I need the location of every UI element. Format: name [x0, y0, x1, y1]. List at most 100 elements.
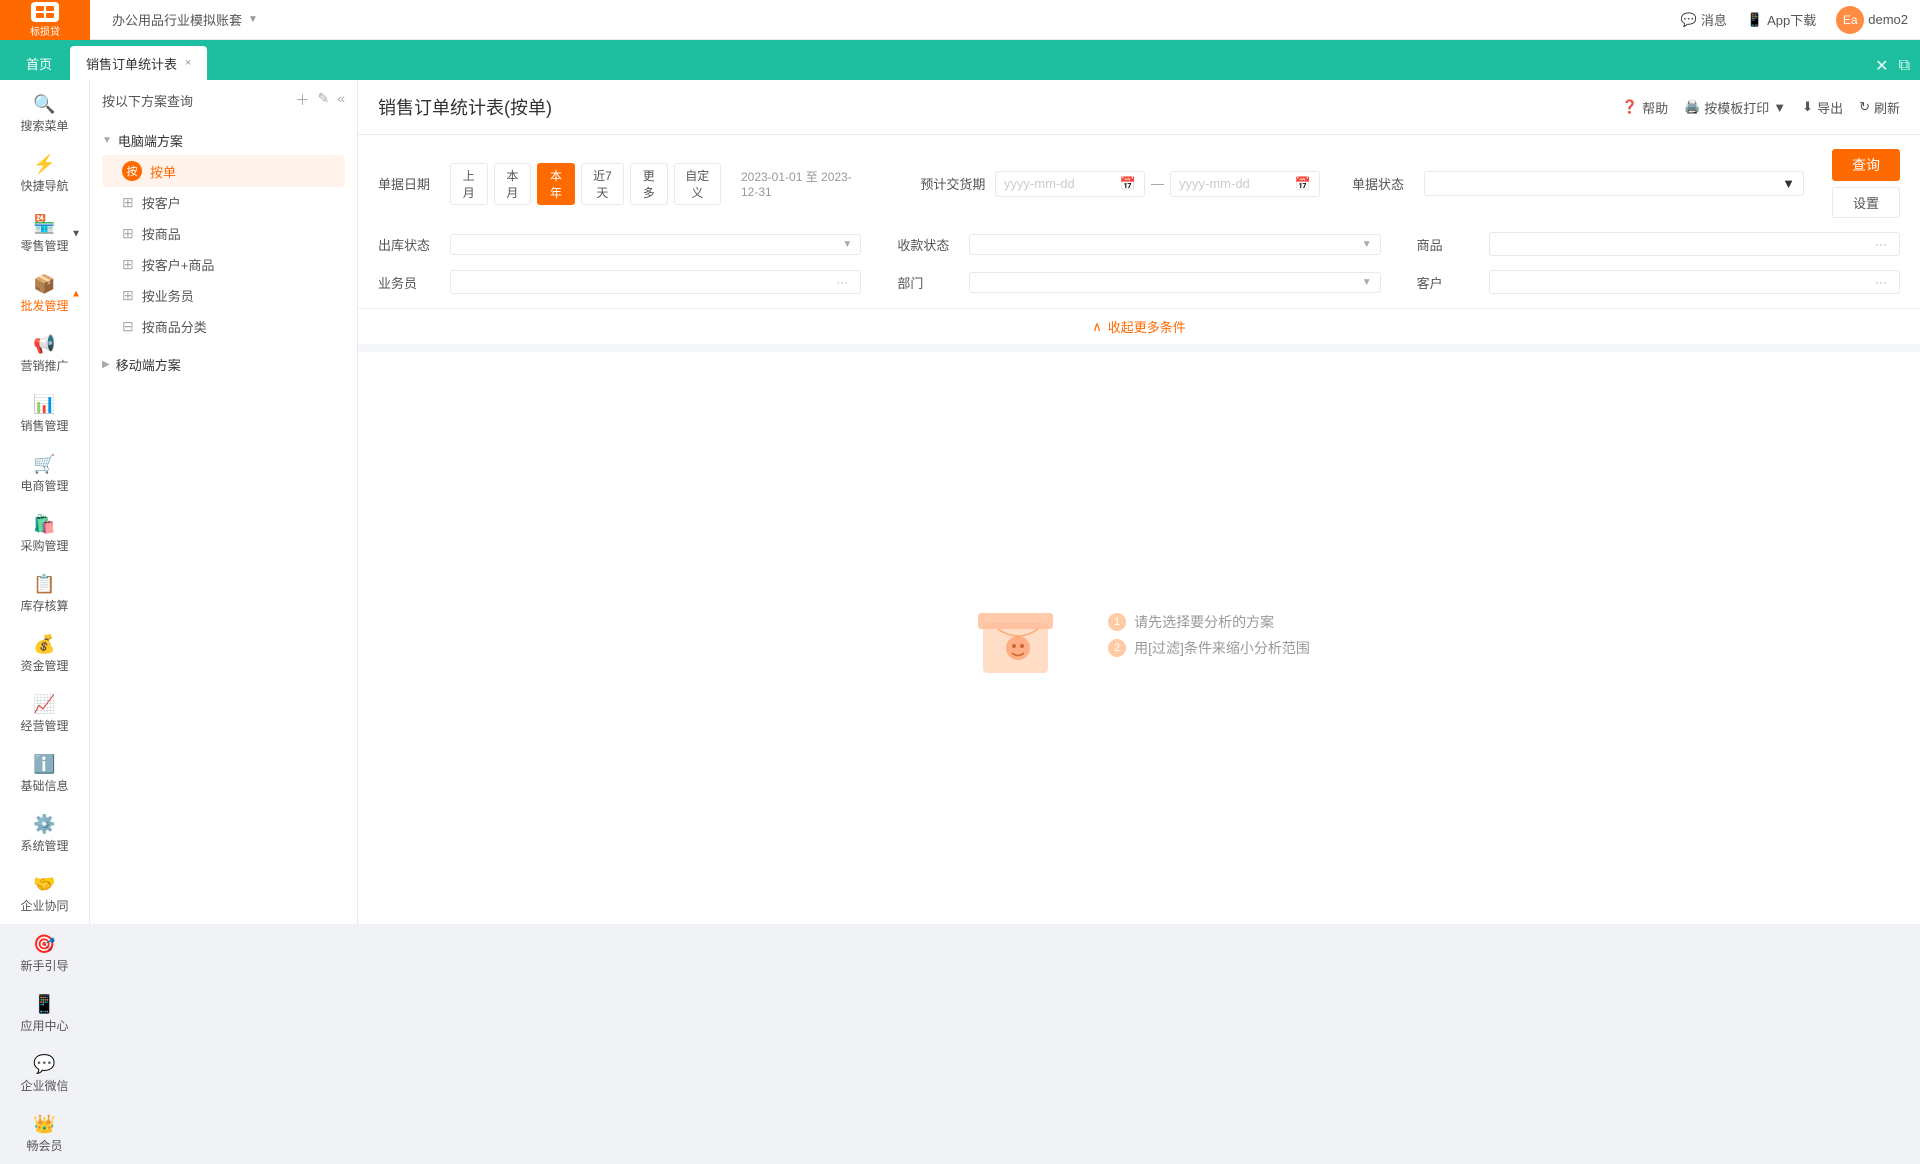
sidebar-item-operations[interactable]: 📈 经营管理 [0, 684, 89, 744]
help-label: 帮助 [1642, 98, 1668, 117]
app-download-btn[interactable]: 📱 App下载 [1747, 10, 1816, 29]
sidebar-operations-label: 经营管理 [0, 717, 89, 734]
scheme-item-by-customer-goods[interactable]: ⊞ 按客户+商品 [102, 249, 345, 280]
dept-select[interactable]: ▼ [969, 272, 1380, 293]
main-layout: 🔍 搜索菜单 ⚡ 快捷导航 🏪 零售管理 ▼ 📦 批发管理 ▲ 📢 营销推广 📊… [0, 80, 1920, 924]
sidebar-item-search[interactable]: 🔍 搜索菜单 [0, 84, 89, 144]
message-btn[interactable]: 💬 消息 [1681, 10, 1727, 29]
by-salesperson-icon: ⊞ [122, 287, 134, 304]
expected-date-end[interactable]: yyyy-mm-dd 📅 [1170, 171, 1320, 197]
empty-text: 1 请先选择要分析的方案 2 用[过滤]条件来缩小分析范围 [1108, 612, 1310, 664]
scheme-item-by-salesperson[interactable]: ⊞ 按业务员 [102, 280, 345, 311]
date-separator: — [1151, 176, 1164, 191]
tab-restore-icon[interactable]: ⧉ [1899, 57, 1910, 75]
logo-icon [31, 2, 59, 22]
wholesale-expand-icon: ▲ [71, 289, 81, 300]
sidebar-item-vip[interactable]: 👑 畅会员 [0, 1104, 89, 1164]
salesperson-more-icon[interactable]: ··· [832, 275, 852, 289]
empty-illustration [968, 593, 1068, 683]
expected-date-start[interactable]: yyyy-mm-dd 📅 [995, 171, 1145, 197]
sidebar-item-apps[interactable]: 📱 应用中心 [0, 984, 89, 1044]
username: demo2 [1868, 12, 1908, 27]
date-btn-last-month[interactable]: 上月 [450, 163, 488, 205]
help-icon: ❓ [1622, 99, 1638, 115]
sidebar-item-sales[interactable]: 📊 销售管理 [0, 384, 89, 444]
sidebar-item-guide[interactable]: 🎯 新手引导 [0, 924, 89, 984]
tip2-num: 2 [1108, 639, 1126, 657]
edit-scheme-icon[interactable]: ✎ [317, 90, 329, 110]
sidebar-item-ecommerce[interactable]: 🛒 电商管理 [0, 444, 89, 504]
sidebar-item-wechat[interactable]: 💬 企业微信 [0, 1044, 89, 1104]
sidebar-item-basic[interactable]: ℹ️ 基础信息 [0, 744, 89, 804]
sidebar-item-purchase[interactable]: 🛍️ 采购管理 [0, 504, 89, 564]
system-icon: ⚙️ [0, 814, 89, 835]
date-btn-7days[interactable]: 近7天 [581, 163, 624, 205]
tab-home[interactable]: 首页 [10, 46, 68, 80]
date-btn-this-month[interactable]: 本月 [494, 163, 532, 205]
scheme-by-order-label: 按单 [150, 162, 176, 181]
add-scheme-icon[interactable]: ＋ [295, 90, 309, 110]
date-btn-more[interactable]: 更多 [630, 163, 668, 205]
goods-more-icon[interactable]: ··· [1871, 237, 1891, 251]
empty-state: 1 请先选择要分析的方案 2 用[过滤]条件来缩小分析范围 [358, 352, 1920, 924]
date-btn-custom[interactable]: 自定义 [674, 163, 721, 205]
collapse-filters-btn[interactable]: ∧ 收起更多条件 [358, 308, 1920, 344]
desktop-scheme-group: ▼ 电脑端方案 按 按单 ⊞ 按客户 ⊞ 按商品 [90, 122, 357, 346]
sidebar-item-quick[interactable]: ⚡ 快捷导航 [0, 144, 89, 204]
mobile-scheme-group-header[interactable]: ▶ 移动端方案 [102, 350, 345, 379]
tab-close-all-icon[interactable]: ✕ [1875, 56, 1888, 76]
scheme-item-by-category[interactable]: ⊟ 按商品分类 [102, 311, 345, 342]
refresh-icon: ↻ [1859, 99, 1870, 115]
tab-sales-report[interactable]: 销售订单统计表 × [70, 46, 207, 80]
ecommerce-icon: 🛒 [0, 454, 89, 475]
salesperson-input[interactable]: ··· [450, 270, 861, 294]
user-area[interactable]: Ea demo2 [1836, 6, 1908, 34]
tab-close-icon[interactable]: × [185, 57, 191, 69]
scheme-item-by-goods[interactable]: ⊞ 按商品 [102, 218, 345, 249]
scheme-item-by-customer[interactable]: ⊞ 按客户 [102, 187, 345, 218]
sidebar-item-cooperation[interactable]: 🤝 企业协同 [0, 864, 89, 924]
out-status-select[interactable]: ▼ [450, 234, 861, 255]
query-button[interactable]: 查询 [1832, 149, 1900, 181]
inventory-icon: 📋 [0, 574, 89, 595]
desktop-scheme-group-header[interactable]: ▼ 电脑端方案 [102, 126, 345, 155]
date-btn-this-year[interactable]: 本年 [537, 163, 575, 205]
workspace-selector[interactable]: 办公用品行业模拟账套 ▼ [112, 10, 258, 29]
content-area: 按以下方案查询 ＋ ✎ « ▼ 电脑端方案 按 按单 [90, 80, 1920, 924]
print-btn[interactable]: 🖨️ 按模板打印 ▼ [1684, 98, 1786, 117]
doc-status-select[interactable]: ▼ [1424, 171, 1804, 196]
mobile-group-label: 移动端方案 [116, 355, 181, 374]
by-order-icon: 按 [122, 161, 142, 181]
customer-input[interactable]: ··· [1489, 270, 1900, 294]
tab-sales-report-label: 销售订单统计表 [86, 54, 177, 73]
help-btn[interactable]: ❓ 帮助 [1622, 98, 1668, 117]
sidebar-purchase-label: 采购管理 [0, 537, 89, 554]
filter-row-2: 出库状态 ▼ 收款状态 ▼ 商品 ··· [378, 232, 1900, 256]
sales-icon: 📊 [0, 394, 89, 415]
mobile-scheme-group: ▶ 移动端方案 [90, 346, 357, 383]
export-btn[interactable]: ⬇ 导出 [1802, 98, 1843, 117]
sidebar-item-wholesale[interactable]: 📦 批发管理 ▲ [0, 264, 89, 324]
scheme-item-by-order[interactable]: 按 按单 [102, 155, 345, 187]
vip-icon: 👑 [0, 1114, 89, 1135]
sidebar-item-retail[interactable]: 🏪 零售管理 ▼ [0, 204, 89, 264]
desktop-group-arrow-icon: ▼ [102, 135, 112, 146]
collapse-panel-icon[interactable]: « [337, 90, 345, 110]
scheme-by-salesperson-label: 按业务员 [142, 286, 194, 305]
settings-button[interactable]: 设置 [1832, 187, 1900, 218]
sidebar-vip-label: 畅会员 [0, 1137, 89, 1154]
sidebar-item-finance[interactable]: 💰 资金管理 [0, 624, 89, 684]
sidebar-guide-label: 新手引导 [0, 957, 89, 974]
dept-arrow-icon: ▼ [1362, 277, 1372, 288]
sidebar-item-inventory[interactable]: 📋 库存核算 [0, 564, 89, 624]
goods-input[interactable]: ··· [1489, 232, 1900, 256]
sidebar-item-system[interactable]: ⚙️ 系统管理 [0, 804, 89, 864]
basic-icon: ℹ️ [0, 754, 89, 775]
sidebar-item-marketing[interactable]: 📢 营销推广 [0, 324, 89, 384]
tab-bar: 首页 销售订单统计表 × ✕ ⧉ [0, 40, 1920, 80]
payment-status-select[interactable]: ▼ [969, 234, 1380, 255]
print-icon: 🖨️ [1684, 99, 1700, 115]
refresh-btn[interactable]: ↻ 刷新 [1859, 98, 1900, 117]
purchase-icon: 🛍️ [0, 514, 89, 535]
customer-more-icon[interactable]: ··· [1871, 275, 1891, 289]
